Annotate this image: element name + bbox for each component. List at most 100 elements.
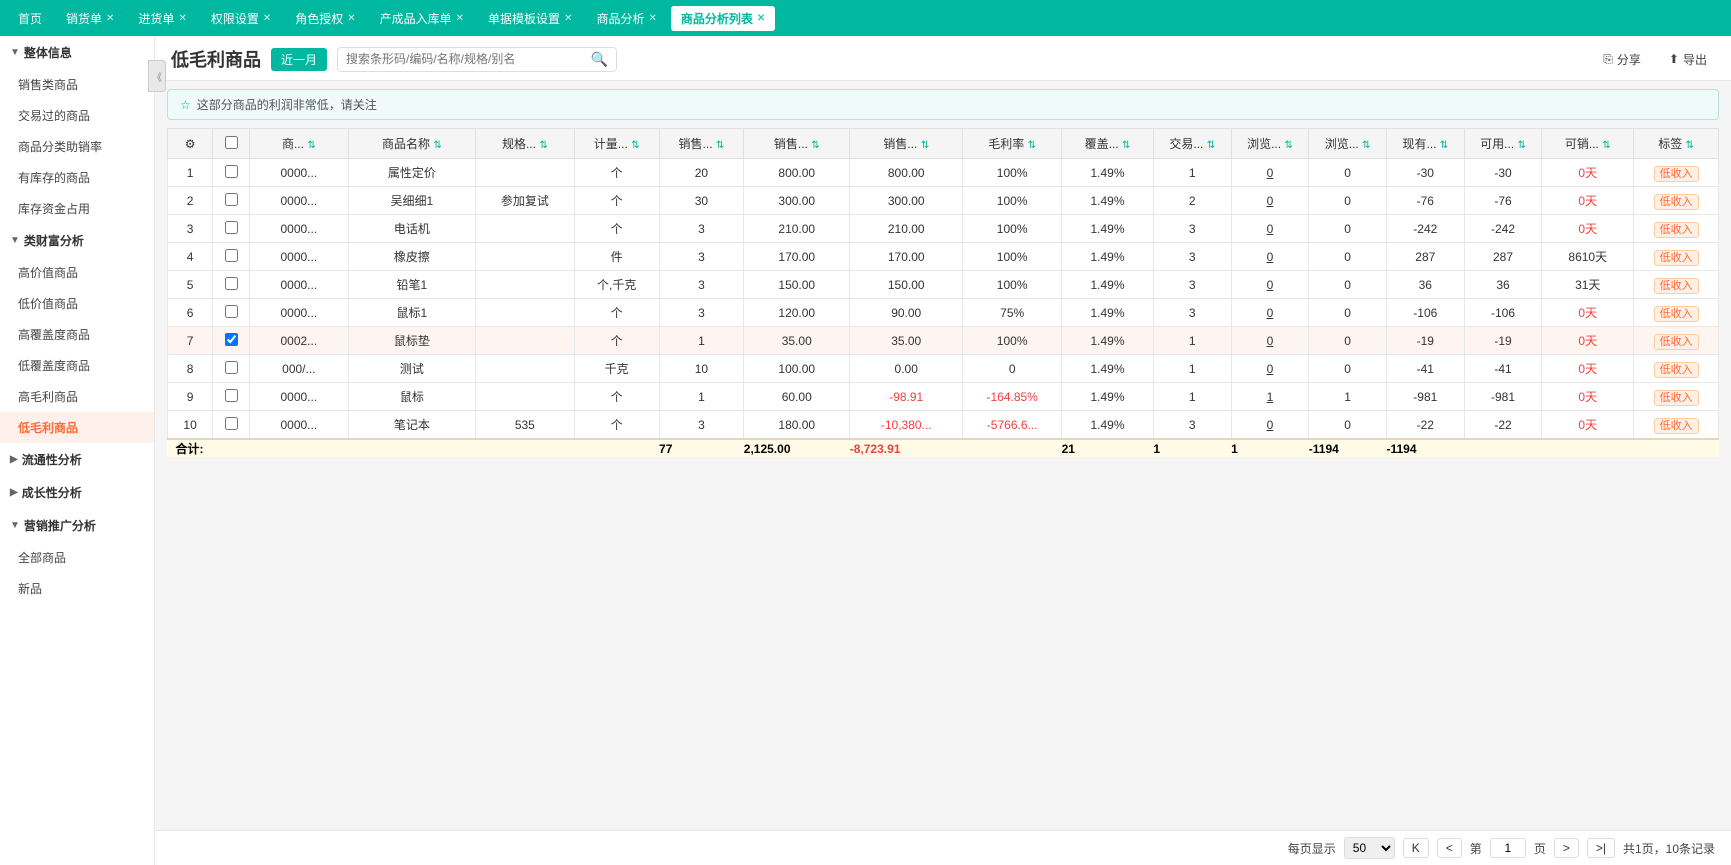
row-checkbox[interactable] bbox=[225, 277, 238, 290]
sidebar-item-商品分类助销率[interactable]: 商品分类助销率 bbox=[0, 131, 154, 162]
export-button[interactable]: ⬆ 导出 bbox=[1661, 47, 1715, 72]
col-available[interactable]: 可用... ⇅ bbox=[1464, 129, 1542, 159]
sidebar-section-流通性分析[interactable]: ▶ 流通性分析 bbox=[0, 443, 154, 476]
sidebar-item-全部商品[interactable]: 全部商品 bbox=[0, 542, 154, 573]
row-checkbox[interactable] bbox=[225, 221, 238, 234]
col-name[interactable]: 商品名称 ⇅ bbox=[348, 129, 475, 159]
nav-goods-analysis[interactable]: 商品分析 ✕ bbox=[586, 6, 666, 31]
trade-link[interactable]: 0 bbox=[1267, 418, 1274, 432]
sidebar-item-新品[interactable]: 新品 bbox=[0, 573, 154, 604]
page-number-input[interactable] bbox=[1490, 838, 1526, 858]
col-sales-amt[interactable]: 销售... ⇅ bbox=[744, 129, 850, 159]
nav-close-icon[interactable]: ✕ bbox=[648, 13, 656, 24]
row-checkbox-cell[interactable] bbox=[213, 411, 250, 440]
trade-link[interactable]: 0 bbox=[1267, 222, 1274, 236]
col-profit-rate[interactable]: 毛利率 ⇅ bbox=[963, 129, 1062, 159]
row-checkbox[interactable] bbox=[225, 249, 238, 262]
trade-link[interactable]: 1 bbox=[1267, 390, 1274, 404]
select-all-checkbox[interactable] bbox=[225, 136, 238, 149]
row-checkbox[interactable] bbox=[225, 417, 238, 430]
sidebar-item-高覆盖度商品[interactable]: 高覆盖度商品 bbox=[0, 319, 154, 350]
trade-link[interactable]: 0 bbox=[1267, 362, 1274, 376]
sidebar-item-低价值商品[interactable]: 低价值商品 bbox=[0, 288, 154, 319]
col-qty[interactable]: 销售... ⇅ bbox=[659, 129, 744, 159]
row-checkbox-cell[interactable] bbox=[213, 187, 250, 215]
row-checkbox[interactable] bbox=[225, 193, 238, 206]
sidebar-section-整体信息[interactable]: ▼ 整体信息 bbox=[0, 36, 154, 69]
nav-template-settings[interactable]: 单据模板设置 ✕ bbox=[478, 6, 582, 31]
col-settings[interactable]: ⚙ bbox=[168, 129, 213, 159]
row-trade: 0 bbox=[1231, 187, 1309, 215]
sidebar-collapse-button[interactable]: 《 bbox=[148, 60, 166, 92]
sidebar-section-类财富分析[interactable]: ▼ 类财富分析 bbox=[0, 224, 154, 257]
row-checkbox-cell[interactable] bbox=[213, 299, 250, 327]
sidebar-item-有库存的商品[interactable]: 有库存的商品 bbox=[0, 162, 154, 193]
per-page-select[interactable]: 50 100 200 bbox=[1344, 837, 1395, 859]
search-icon[interactable]: 🔍 bbox=[591, 51, 608, 68]
nav-close-icon[interactable]: ✕ bbox=[347, 13, 355, 24]
row-checkbox[interactable] bbox=[225, 361, 238, 374]
nav-sales-order[interactable]: 销货单 ✕ bbox=[56, 6, 124, 31]
next-page-button[interactable]: > bbox=[1554, 838, 1579, 858]
row-checkbox-cell[interactable] bbox=[213, 355, 250, 383]
sidebar-item-库存资金占用[interactable]: 库存资金占用 bbox=[0, 193, 154, 224]
nav-goods-analysis-list[interactable]: 商品分析列表 ✕ bbox=[671, 6, 775, 31]
col-saleable[interactable]: 可销... ⇅ bbox=[1542, 129, 1634, 159]
nav-product-in[interactable]: 产成品入库单 ✕ bbox=[370, 6, 474, 31]
row-checkbox[interactable] bbox=[225, 305, 238, 318]
sidebar-item-低覆盖度商品[interactable]: 低覆盖度商品 bbox=[0, 350, 154, 381]
trade-link[interactable]: 0 bbox=[1267, 166, 1274, 180]
row-checkbox[interactable] bbox=[225, 165, 238, 178]
search-box[interactable]: 🔍 bbox=[337, 47, 617, 72]
trade-link[interactable]: 0 bbox=[1267, 278, 1274, 292]
row-checkbox-cell[interactable] bbox=[213, 271, 250, 299]
row-checkbox-cell[interactable] bbox=[213, 327, 250, 355]
col-stock[interactable]: 现有... ⇅ bbox=[1386, 129, 1464, 159]
col-trade[interactable]: 交易... ⇅ bbox=[1153, 129, 1231, 159]
row-checkbox-cell[interactable] bbox=[213, 215, 250, 243]
search-input[interactable] bbox=[346, 52, 591, 66]
last-page-button[interactable]: >| bbox=[1587, 838, 1615, 858]
nav-home[interactable]: 首页 bbox=[8, 6, 52, 31]
sidebar-section-营销推广分析[interactable]: ▼ 营销推广分析 bbox=[0, 509, 154, 542]
prev-page-button[interactable]: < bbox=[1437, 838, 1462, 858]
nav-permissions[interactable]: 权限设置 ✕ bbox=[201, 6, 281, 31]
sidebar-item-高价值商品[interactable]: 高价值商品 bbox=[0, 257, 154, 288]
row-name: 笔记本 bbox=[348, 411, 475, 440]
first-page-button[interactable]: K bbox=[1403, 838, 1429, 858]
trade-link[interactable]: 0 bbox=[1267, 250, 1274, 264]
sidebar-item-交易过的商品[interactable]: 交易过的商品 bbox=[0, 100, 154, 131]
trade-link[interactable]: 0 bbox=[1267, 306, 1274, 320]
share-button[interactable]: ⎘ 分享 bbox=[1595, 47, 1649, 72]
filter-recent-month-button[interactable]: 近一月 bbox=[271, 48, 327, 71]
sidebar-item-低毛利商品[interactable]: 低毛利商品 bbox=[0, 412, 154, 443]
row-spec bbox=[475, 355, 574, 383]
col-browse1[interactable]: 浏览... ⇅ bbox=[1231, 129, 1309, 159]
nav-role-auth[interactable]: 角色授权 ✕ bbox=[285, 6, 365, 31]
trade-link[interactable]: 0 bbox=[1267, 194, 1274, 208]
col-tag[interactable]: 标签 ⇅ bbox=[1634, 129, 1719, 159]
col-unit[interactable]: 计量... ⇅ bbox=[574, 129, 659, 159]
row-checkbox-cell[interactable] bbox=[213, 243, 250, 271]
nav-purchase-order[interactable]: 进货单 ✕ bbox=[128, 6, 196, 31]
col-coverage[interactable]: 覆盖... ⇅ bbox=[1062, 129, 1154, 159]
row-checkbox[interactable] bbox=[225, 333, 238, 346]
trade-link[interactable]: 0 bbox=[1267, 334, 1274, 348]
nav-close-icon[interactable]: ✕ bbox=[263, 13, 271, 24]
col-spec[interactable]: 规格... ⇅ bbox=[475, 129, 574, 159]
sidebar-section-成长性分析[interactable]: ▶ 成长性分析 bbox=[0, 476, 154, 509]
col-checkbox[interactable] bbox=[213, 129, 250, 159]
nav-close-icon[interactable]: ✕ bbox=[178, 13, 186, 24]
nav-close-icon[interactable]: ✕ bbox=[106, 13, 114, 24]
sidebar-item-销售类商品[interactable]: 销售类商品 bbox=[0, 69, 154, 100]
nav-close-icon[interactable]: ✕ bbox=[456, 13, 464, 24]
nav-close-icon[interactable]: ✕ bbox=[564, 13, 572, 24]
row-checkbox[interactable] bbox=[225, 389, 238, 402]
row-checkbox-cell[interactable] bbox=[213, 383, 250, 411]
col-browse2[interactable]: 浏览... ⇅ bbox=[1309, 129, 1387, 159]
sidebar-item-高毛利商品[interactable]: 高毛利商品 bbox=[0, 381, 154, 412]
nav-close-icon[interactable]: ✕ bbox=[757, 13, 765, 24]
col-code[interactable]: 商... ⇅ bbox=[249, 129, 348, 159]
row-checkbox-cell[interactable] bbox=[213, 159, 250, 187]
col-sales-profit[interactable]: 销售... ⇅ bbox=[850, 129, 963, 159]
